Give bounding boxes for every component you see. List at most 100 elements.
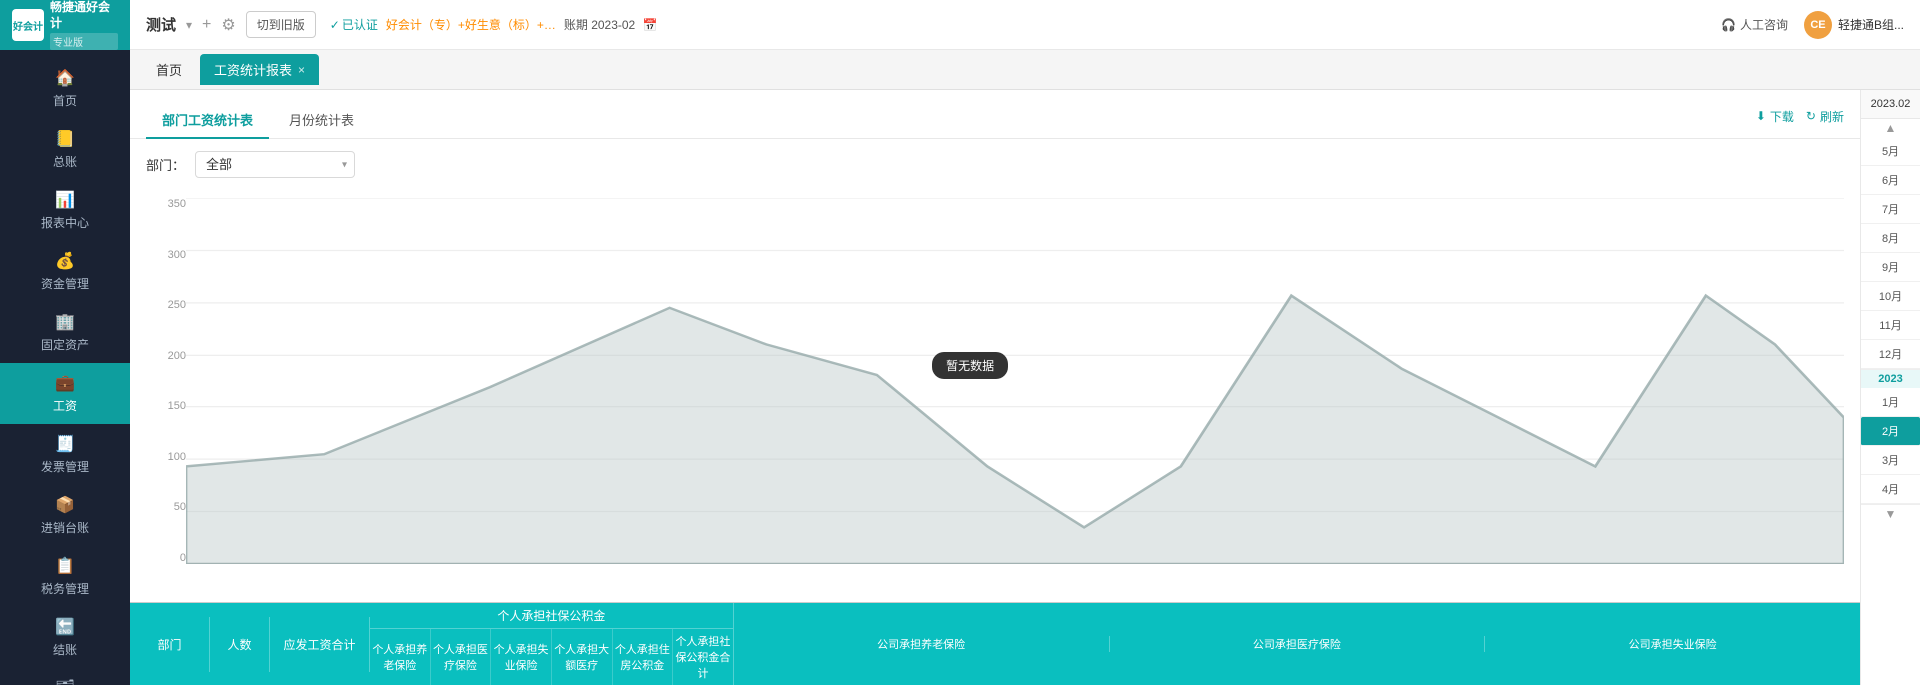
date-month-8[interactable]: 8月 (1861, 224, 1920, 253)
sidebar-item-ledger[interactable]: 📒 总账 (0, 119, 130, 180)
company-name: 测试 (146, 14, 176, 35)
y-label-100: 100 (146, 451, 186, 463)
sidebar-item-reports[interactable]: 📊 报表中心 (0, 180, 130, 241)
tab-home-label: 首页 (156, 60, 182, 79)
funds-icon: 💰 (55, 251, 75, 271)
sidebar-item-funds[interactable]: 💰 资金管理 (0, 241, 130, 302)
date-current-label: 2023.02 (1871, 98, 1911, 110)
sidebar-item-archive[interactable]: 🗂 归档管理 (0, 668, 130, 685)
headset-icon: 🎧 (1721, 18, 1736, 32)
avatar: CE (1804, 11, 1832, 39)
settings-gear-icon[interactable]: ⚙ (221, 15, 235, 35)
sub-tab-actions: ⬇ 下载 ↻ 刷新 (1756, 108, 1844, 133)
add-button[interactable]: + (202, 16, 211, 34)
sub-tabs: 部门工资统计表 月份统计表 ⬇ 下载 ↻ 刷新 (130, 90, 1860, 139)
y-axis: 0 50 100 150 200 250 300 350 (146, 198, 186, 564)
th-company-unemployment: 公司承担失业保险 (1485, 636, 1860, 652)
th-personal-housing: 个人承担住房公积金 (613, 629, 674, 685)
date-year-2023-label: 2023 (1861, 370, 1920, 388)
download-button[interactable]: ⬇ 下载 (1756, 108, 1794, 125)
header-right: 🎧 人工咨询 CE 轻捷通B组... (1721, 11, 1904, 39)
sidebar-item-invoice[interactable]: 🧾 发票管理 (0, 424, 130, 485)
th-group-header: 个人承担社保公积金 (370, 603, 733, 629)
logo-icon: 好会计 (12, 9, 44, 41)
th-total-salary: 应发工资合计 (270, 617, 370, 672)
download-icon: ⬇ (1756, 109, 1766, 123)
dept-select-wrapper[interactable]: 全部 财务部 销售部 技术部 行政部 ▾ (195, 151, 355, 178)
date-month-4[interactable]: 4月 (1861, 475, 1920, 504)
date-panel-header: 2023.02 (1861, 90, 1920, 119)
sidebar-item-label: 工资 (53, 397, 77, 414)
th-company-medical: 公司承担医疗保险 (1110, 636, 1486, 652)
date-down-button[interactable]: ▼ (1861, 505, 1920, 523)
sidebar-logo: 好会计 畅捷通好会计 专业版 (0, 0, 130, 50)
y-label-50: 50 (146, 501, 186, 513)
th-group-cells: 个人承担养老保险 个人承担医疗保险 个人承担失业保险 个人承担大额医疗 个人承担… (370, 629, 733, 685)
sidebar-item-label: 进销台账 (41, 519, 89, 536)
logo-edition: 专业版 (50, 33, 118, 50)
y-label-350: 350 (146, 198, 186, 210)
chart-area: 0 50 100 150 200 250 300 350 (130, 190, 1860, 602)
header: 测试 ▾ + ⚙ 切到旧版 ✓ 已认证 好会计（专）+好生意（标）+… 账期 2… (130, 0, 1920, 50)
user-menu[interactable]: CE 轻捷通B组... (1804, 11, 1904, 39)
date-year-2022: 5月 6月 7月 8月 9月 10月 11月 12月 (1861, 137, 1920, 370)
date-month-1[interactable]: 1月 (1861, 388, 1920, 417)
salary-icon: 💼 (55, 373, 75, 393)
date-month-10[interactable]: 10月 (1861, 282, 1920, 311)
assets-icon: 🏢 (55, 312, 75, 332)
content-area: 部门工资统计表 月份统计表 ⬇ 下载 ↻ 刷新 部门： (130, 90, 1920, 685)
reports-icon: 📊 (55, 190, 75, 210)
tab-home[interactable]: 首页 (142, 54, 196, 85)
header-badges: ✓ 已认证 好会计（专）+好生意（标）+… 账期 2023-02 📅 (330, 16, 658, 33)
chart-container: 0 50 100 150 200 250 300 350 (146, 198, 1844, 594)
content-main: 部门工资统计表 月份统计表 ⬇ 下载 ↻ 刷新 部门： (130, 90, 1860, 685)
date-month-6[interactable]: 6月 (1861, 166, 1920, 195)
tab-close-button[interactable]: × (298, 63, 305, 77)
main-area: 测试 ▾ + ⚙ 切到旧版 ✓ 已认证 好会计（专）+好生意（标）+… 账期 2… (130, 0, 1920, 685)
certified-check-icon: ✓ (330, 18, 340, 32)
sidebar: 好会计 畅捷通好会计 专业版 🏠 首页 📒 总账 📊 报表中心 💰 资金管理 🏢… (0, 0, 130, 685)
date-month-12[interactable]: 12月 (1861, 340, 1920, 369)
period-badge: 账期 2023-02 📅 (564, 16, 658, 33)
logo-name: 畅捷通好会计 (50, 0, 118, 31)
switch-version-button[interactable]: 切到旧版 (246, 11, 316, 38)
sidebar-item-salary[interactable]: 💼 工资 (0, 363, 130, 424)
date-up-button[interactable]: ▲ (1861, 119, 1920, 137)
certified-badge: ✓ 已认证 (330, 16, 378, 33)
tab-salary-report[interactable]: 工资统计报表 × (200, 54, 319, 85)
dept-select[interactable]: 全部 财务部 销售部 技术部 行政部 (195, 151, 355, 178)
sidebar-item-tax[interactable]: 📋 税务管理 (0, 546, 130, 607)
th-company-pension: 公司承担养老保险 (734, 636, 1110, 652)
date-month-2[interactable]: 2月 (1861, 417, 1920, 446)
tabs-bar: 首页 工资统计报表 × (130, 50, 1920, 90)
date-month-3[interactable]: 3月 (1861, 446, 1920, 475)
refresh-button[interactable]: ↻ 刷新 (1806, 108, 1844, 125)
sidebar-item-label: 总账 (53, 153, 77, 170)
sub-tab-dept[interactable]: 部门工资统计表 (146, 102, 269, 139)
invoice-icon: 🧾 (55, 434, 75, 454)
date-month-5[interactable]: 5月 (1861, 137, 1920, 166)
sidebar-item-home[interactable]: 🏠 首页 (0, 58, 130, 119)
username-label: 轻捷通B组... (1838, 16, 1904, 33)
sub-tab-monthly[interactable]: 月份统计表 (273, 102, 370, 139)
date-month-9[interactable]: 9月 (1861, 253, 1920, 282)
date-month-7[interactable]: 7月 (1861, 195, 1920, 224)
archive-icon: 🗂 (55, 678, 75, 685)
sidebar-item-label: 首页 (53, 92, 77, 109)
th-count: 人数 (210, 617, 270, 672)
sidebar-item-assets[interactable]: 🏢 固定资产 (0, 302, 130, 363)
sidebar-item-inventory[interactable]: 📦 进销台账 (0, 485, 130, 546)
th-dept: 部门 (130, 617, 210, 672)
sidebar-item-close[interactable]: 🔚 结账 (0, 607, 130, 668)
date-month-11[interactable]: 11月 (1861, 311, 1920, 340)
dept-filter-label: 部门： (146, 155, 185, 174)
y-label-200: 200 (146, 350, 186, 362)
th-personal-total: 个人承担社保公积金合计 (673, 629, 733, 685)
consult-button[interactable]: 🎧 人工咨询 (1721, 16, 1788, 33)
chart-svg: 暂无数据 (186, 198, 1844, 564)
tab-salary-label: 工资统计报表 (214, 60, 292, 79)
th-personal-pension: 个人承担养老保险 (370, 629, 431, 685)
date-panel: 2023.02 ▲ 5月 6月 7月 8月 9月 10月 11月 12月 202… (1860, 90, 1920, 685)
th-personal-group: 个人承担社保公积金 个人承担养老保险 个人承担医疗保险 个人承担失业保险 个人承… (370, 603, 734, 685)
header-dropdown-arrow[interactable]: ▾ (186, 18, 192, 32)
